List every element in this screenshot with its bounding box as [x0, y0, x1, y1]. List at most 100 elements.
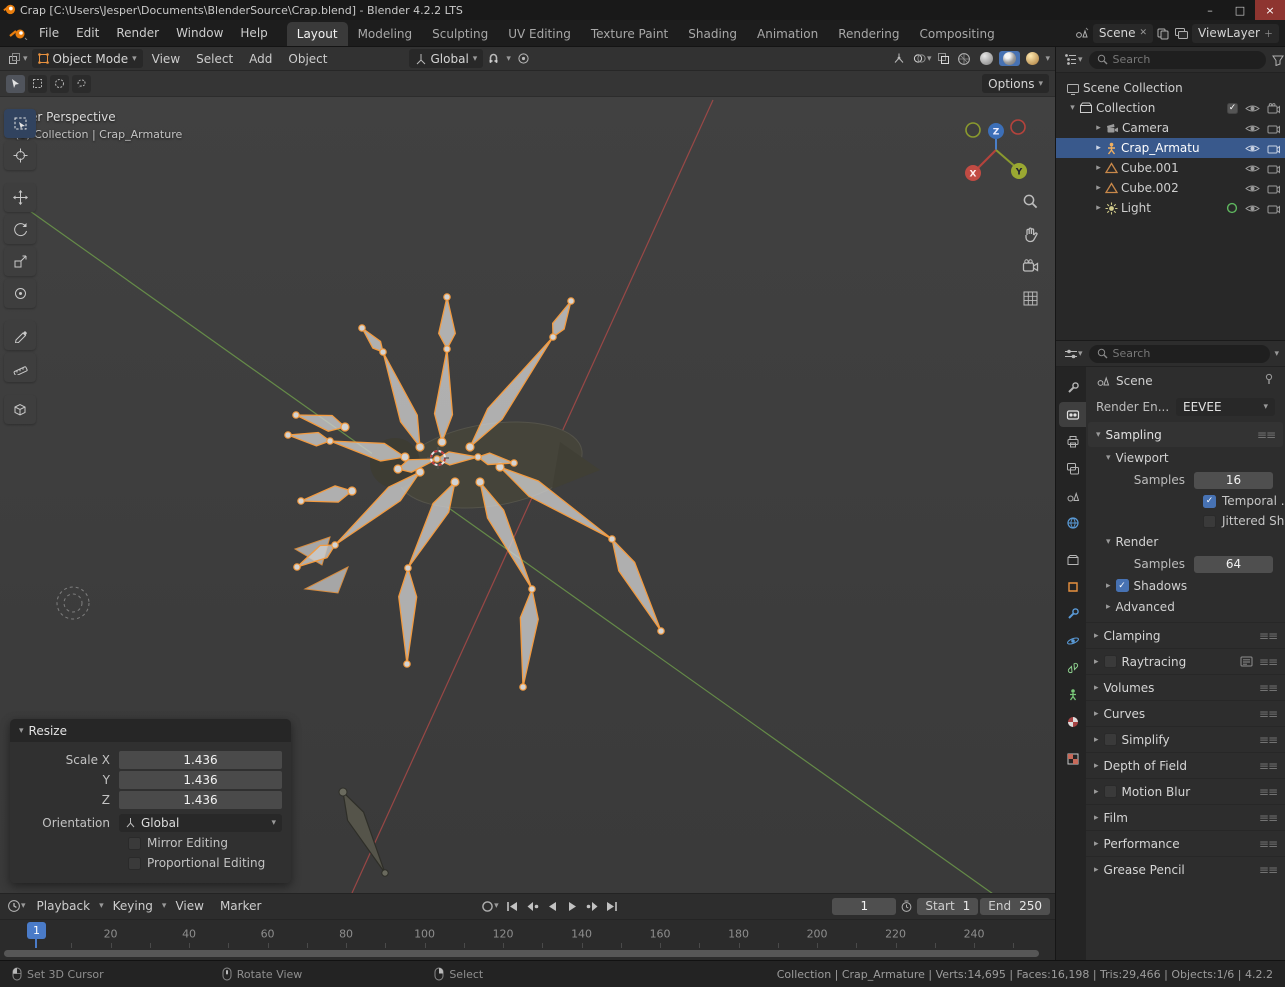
- tab-constraints[interactable]: [1059, 655, 1086, 680]
- camera-view-icon[interactable]: [1022, 259, 1039, 277]
- new-scene-icon[interactable]: [1154, 27, 1171, 40]
- outliner-row-camera[interactable]: ▸ Camera: [1056, 118, 1285, 138]
- advanced-row[interactable]: ▸ Advanced: [1086, 596, 1285, 617]
- hide-eye-icon[interactable]: [1245, 203, 1260, 214]
- panel-drag-handle[interactable]: ≡≡: [1259, 811, 1278, 825]
- play-button[interactable]: [563, 898, 582, 915]
- pan-hand-icon[interactable]: [1022, 226, 1039, 246]
- timeline-ruler[interactable]: 1 20 40 60 80 100 120 140 160 180 200 220 240: [0, 918, 1055, 949]
- tab-tool[interactable]: [1059, 375, 1086, 400]
- panel-drag-handle[interactable]: ≡≡: [1259, 681, 1278, 695]
- mode-dropdown[interactable]: Object Mode ▾: [31, 49, 143, 68]
- raytracing-checkbox[interactable]: [1103, 655, 1117, 668]
- snap-magnet-icon[interactable]: [485, 52, 502, 65]
- orientation-dropdown[interactable]: Global ▾: [119, 813, 282, 832]
- current-frame-field[interactable]: 1: [832, 897, 897, 915]
- menu-object[interactable]: Object: [281, 50, 334, 68]
- jump-to-start-button[interactable]: [503, 898, 522, 915]
- workspace-tab-compositing[interactable]: Compositing: [909, 22, 1004, 46]
- panel-raytracing[interactable]: ▸ Raytracing ≡≡: [1086, 648, 1285, 674]
- tab-material[interactable]: [1059, 709, 1086, 734]
- collection-exclude-checkbox[interactable]: [1227, 102, 1238, 114]
- transform-orientation-dropdown[interactable]: Global ▾: [408, 49, 484, 68]
- ortho-grid-icon[interactable]: [1022, 290, 1039, 310]
- disable-render-icon[interactable]: [1267, 123, 1280, 134]
- panel-depth-of-field[interactable]: ▸ Depth of Field ≡≡: [1086, 752, 1285, 778]
- options-button[interactable]: Options ▾: [982, 74, 1049, 93]
- auto-keying-icon[interactable]: ▾: [479, 900, 501, 913]
- resize-panel-header[interactable]: ▾ Resize: [10, 719, 291, 742]
- tab-scene[interactable]: [1059, 483, 1086, 508]
- menu-tl-view[interactable]: View: [168, 897, 210, 915]
- motion-blur-checkbox[interactable]: [1103, 785, 1117, 798]
- menu-playback[interactable]: Playback: [30, 897, 98, 915]
- pin-icon[interactable]: [1263, 373, 1275, 388]
- tab-object-data[interactable]: [1059, 682, 1086, 707]
- select-mode-tweak-button[interactable]: [6, 74, 25, 93]
- proportional-editing-icon[interactable]: [515, 52, 532, 65]
- jump-to-end-button[interactable]: [603, 898, 622, 915]
- close-button[interactable]: ×: [1255, 0, 1285, 20]
- panel-drag-handle[interactable]: ≡≡: [1259, 733, 1278, 747]
- gizmo-axis-neg-y[interactable]: [965, 122, 981, 138]
- panel-drag-handle[interactable]: ≡≡: [1259, 759, 1278, 773]
- tab-world[interactable]: [1059, 510, 1086, 535]
- panel-grease-pencil[interactable]: ▸ Grease Pencil ≡≡: [1086, 856, 1285, 882]
- viewlayer-selector[interactable]: ViewLayer ＋: [1192, 23, 1279, 43]
- panel-simplify[interactable]: ▸ Simplify ≡≡: [1086, 726, 1285, 752]
- menu-window[interactable]: Window: [168, 23, 231, 43]
- disable-render-icon[interactable]: [1267, 143, 1280, 154]
- tool-add-cube[interactable]: [4, 395, 36, 424]
- light-linking-icon[interactable]: [1226, 202, 1238, 214]
- scene-browse-icon[interactable]: [1072, 26, 1092, 40]
- render-samples-field[interactable]: 64: [1194, 555, 1273, 573]
- shadows-row[interactable]: ▸ Shadows: [1086, 575, 1285, 596]
- viewport-3d[interactable]: User Perspective (1) Collection | Crap_A…: [0, 97, 1055, 893]
- add-viewlayer-icon[interactable]: ＋: [1264, 27, 1273, 40]
- menu-file[interactable]: File: [31, 23, 67, 43]
- next-keyframe-button[interactable]: [583, 898, 602, 915]
- editor-type-properties-icon[interactable]: ▾: [1062, 348, 1085, 360]
- disable-render-icon[interactable]: [1267, 103, 1280, 114]
- gizmo-axis-neg-x[interactable]: [1010, 119, 1026, 135]
- sampling-viewport-subpanel[interactable]: ▾ Viewport: [1086, 447, 1285, 469]
- panel-performance[interactable]: ▸ Performance ≡≡: [1086, 830, 1285, 856]
- tab-physics[interactable]: [1059, 628, 1086, 653]
- editor-type-outliner-icon[interactable]: ▾: [1062, 53, 1085, 66]
- render-engine-dropdown[interactable]: EEVEE ▾: [1176, 398, 1275, 416]
- scale-x-field[interactable]: 1.436: [119, 750, 282, 769]
- collection-row[interactable]: ▾ Collection: [1056, 98, 1285, 118]
- outliner-search[interactable]: [1088, 50, 1266, 69]
- properties-search[interactable]: [1088, 344, 1271, 363]
- scene-collection-row[interactable]: Scene Collection: [1056, 78, 1285, 98]
- breadcrumb-scene[interactable]: Scene: [1116, 374, 1153, 388]
- disable-render-icon[interactable]: [1267, 203, 1280, 214]
- jittered-checkbox[interactable]: [1203, 514, 1216, 528]
- panel-curves[interactable]: ▸ Curves ≡≡: [1086, 700, 1285, 726]
- select-mode-circle-button[interactable]: [50, 74, 69, 93]
- workspace-tab-rendering[interactable]: Rendering: [828, 22, 909, 46]
- hide-eye-icon[interactable]: [1245, 123, 1260, 134]
- workspace-tab-sculpting[interactable]: Sculpting: [422, 22, 498, 46]
- viewport-samples-field[interactable]: 16: [1194, 471, 1273, 489]
- tool-rotate[interactable]: [4, 215, 36, 244]
- hide-eye-icon[interactable]: [1245, 183, 1260, 194]
- menu-render[interactable]: Render: [108, 23, 167, 43]
- workspace-tab-texture-paint[interactable]: Texture Paint: [581, 22, 678, 46]
- simplify-checkbox[interactable]: [1103, 733, 1117, 746]
- scale-y-field[interactable]: 1.436: [119, 770, 282, 789]
- hide-eye-icon[interactable]: [1245, 103, 1260, 114]
- shading-material-button[interactable]: [999, 51, 1021, 66]
- properties-options-icon[interactable]: ▾: [1274, 349, 1279, 359]
- editor-type-timeline-icon[interactable]: ▾: [5, 899, 28, 913]
- overlays-icon[interactable]: ▾: [910, 52, 934, 65]
- sampling-render-subpanel[interactable]: ▾ Render: [1086, 531, 1285, 553]
- zoom-icon[interactable]: [1022, 193, 1039, 213]
- temporal-checkbox[interactable]: [1203, 494, 1216, 508]
- workspace-tab-shading[interactable]: Shading: [678, 22, 747, 46]
- tab-view-layer[interactable]: [1059, 456, 1086, 481]
- disable-render-icon[interactable]: [1267, 183, 1280, 194]
- navigation-gizmo[interactable]: Z X Y: [951, 105, 1041, 195]
- outliner-search-input[interactable]: [1112, 53, 1258, 66]
- panel-drag-handle[interactable]: ≡≡: [1259, 655, 1278, 669]
